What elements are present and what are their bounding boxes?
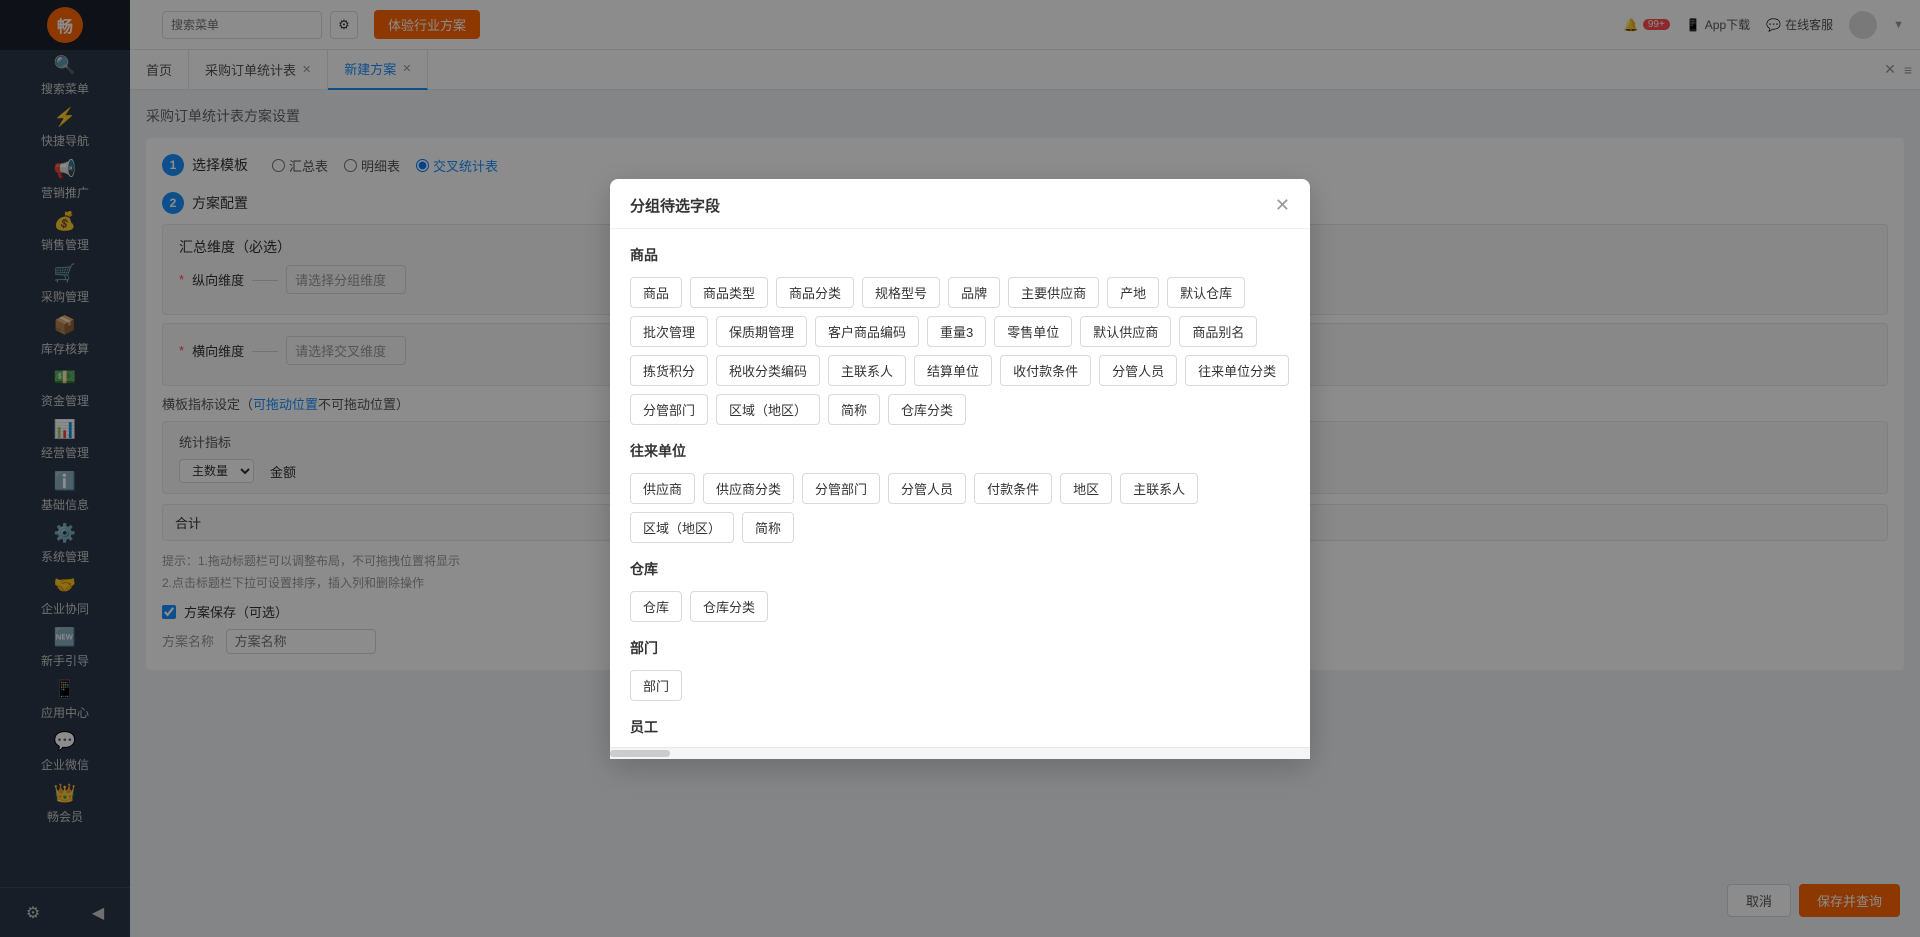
field-tag[interactable]: 付款条件 bbox=[974, 473, 1052, 504]
field-tag[interactable]: 分管人员 bbox=[1099, 355, 1177, 386]
section-partner-title: 往来单位 bbox=[630, 441, 1290, 461]
section-goods-fields: 商品 商品类型 商品分类 规格型号 品牌 主要供应商 产地 默认仓库 批次管理 … bbox=[630, 277, 1290, 425]
field-tag[interactable]: 结算单位 bbox=[914, 355, 992, 386]
field-tag[interactable]: 供应商 bbox=[630, 473, 695, 504]
field-tag[interactable]: 仓库分类 bbox=[888, 394, 966, 425]
field-select-modal: 分组待选字段 ✕ 商品 商品 商品类型 商品分类 规格型号 品牌 主要供应商 产… bbox=[610, 179, 1310, 759]
section-dept-title: 部门 bbox=[630, 638, 1290, 658]
modal-header: 分组待选字段 ✕ bbox=[610, 179, 1310, 229]
field-tag[interactable]: 主要供应商 bbox=[1008, 277, 1099, 308]
field-tag[interactable]: 往来单位分类 bbox=[1185, 355, 1289, 386]
field-tag[interactable]: 拣货积分 bbox=[630, 355, 708, 386]
field-tag[interactable]: 默认仓库 bbox=[1167, 277, 1245, 308]
field-tag[interactable]: 简称 bbox=[742, 512, 794, 543]
modal-body[interactable]: 商品 商品 商品类型 商品分类 规格型号 品牌 主要供应商 产地 默认仓库 批次… bbox=[610, 229, 1310, 747]
field-tag[interactable]: 税收分类编码 bbox=[716, 355, 820, 386]
section-partner-fields: 供应商 供应商分类 分管部门 分管人员 付款条件 地区 主联系人 区域（地区） … bbox=[630, 473, 1290, 543]
field-tag[interactable]: 零售单位 bbox=[994, 316, 1072, 347]
field-tag[interactable]: 批次管理 bbox=[630, 316, 708, 347]
field-tag[interactable]: 商品别名 bbox=[1179, 316, 1257, 347]
field-tag[interactable]: 部门 bbox=[630, 670, 682, 701]
field-tag[interactable]: 商品分类 bbox=[776, 277, 854, 308]
modal-title: 分组待选字段 bbox=[630, 195, 720, 216]
section-employee-title: 员工 bbox=[630, 717, 1290, 737]
field-tag[interactable]: 商品类型 bbox=[690, 277, 768, 308]
field-tag[interactable]: 主联系人 bbox=[828, 355, 906, 386]
field-tag[interactable]: 简称 bbox=[828, 394, 880, 425]
section-dept-fields: 部门 bbox=[630, 670, 1290, 701]
field-tag[interactable]: 收付款条件 bbox=[1000, 355, 1091, 386]
field-tag[interactable]: 客户商品编码 bbox=[815, 316, 919, 347]
modal-horizontal-scrollbar[interactable] bbox=[610, 747, 1310, 759]
field-tag[interactable]: 分管人员 bbox=[888, 473, 966, 504]
field-tag[interactable]: 分管部门 bbox=[802, 473, 880, 504]
field-tag[interactable]: 地区 bbox=[1060, 473, 1112, 504]
field-tag[interactable]: 规格型号 bbox=[862, 277, 940, 308]
hscroll-thumb[interactable] bbox=[610, 750, 670, 757]
field-tag[interactable]: 产地 bbox=[1107, 277, 1159, 308]
field-tag[interactable]: 仓库 bbox=[630, 591, 682, 622]
section-warehouse-title: 仓库 bbox=[630, 559, 1290, 579]
field-tag[interactable]: 区域（地区） bbox=[716, 394, 820, 425]
field-tag[interactable]: 保质期管理 bbox=[716, 316, 807, 347]
section-warehouse-fields: 仓库 仓库分类 bbox=[630, 591, 1290, 622]
field-tag[interactable]: 区域（地区） bbox=[630, 512, 734, 543]
field-tag[interactable]: 默认供应商 bbox=[1080, 316, 1171, 347]
field-tag[interactable]: 主联系人 bbox=[1120, 473, 1198, 504]
field-tag[interactable]: 商品 bbox=[630, 277, 682, 308]
field-tag[interactable]: 仓库分类 bbox=[690, 591, 768, 622]
section-goods-title: 商品 bbox=[630, 245, 1290, 265]
modal-close-btn[interactable]: ✕ bbox=[1275, 196, 1290, 214]
field-tag[interactable]: 重量3 bbox=[927, 316, 986, 347]
field-tag[interactable]: 分管部门 bbox=[630, 394, 708, 425]
field-tag[interactable]: 品牌 bbox=[948, 277, 1000, 308]
field-tag[interactable]: 供应商分类 bbox=[703, 473, 794, 504]
modal-overlay: 分组待选字段 ✕ 商品 商品 商品类型 商品分类 规格型号 品牌 主要供应商 产… bbox=[0, 0, 1920, 937]
